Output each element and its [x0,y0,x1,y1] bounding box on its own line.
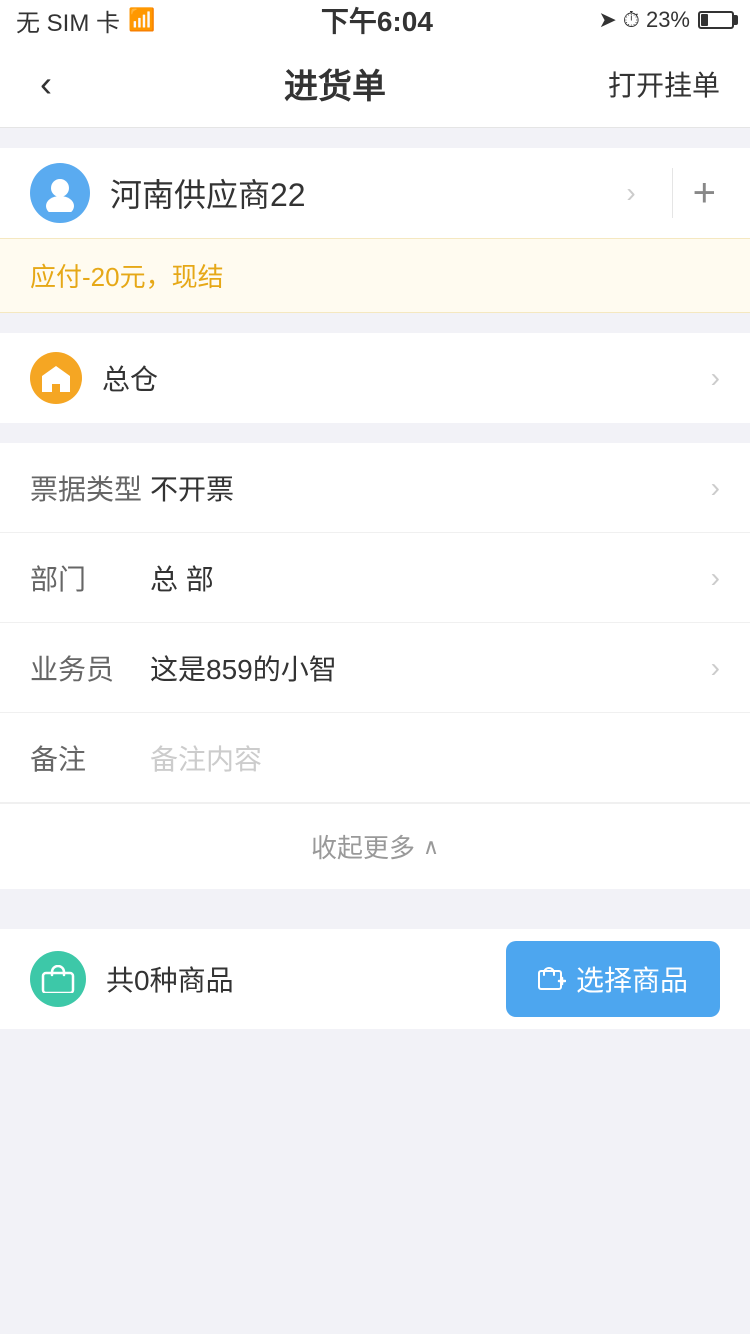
department-label: 部门 [30,558,150,598]
status-right: ➤ ⏱ 23% [598,7,734,33]
collapse-row[interactable]: 收起更多 ∧ [0,803,750,889]
gap-3 [0,423,750,443]
gap-4 [0,889,750,909]
remark-label: 备注 [30,738,150,778]
warehouse-name: 总仓 [102,358,711,398]
invoice-type-chevron-icon: › [711,472,720,504]
salesman-chevron-icon: › [711,652,720,684]
divider [672,168,673,218]
open-pending-button[interactable]: 打开挂单 [608,64,720,104]
person-avatar-icon [41,174,79,212]
shopping-bag-icon [41,965,75,993]
wifi-icon: 📶 [128,7,155,33]
invoice-type-value: 不开票 [150,468,711,508]
department-row[interactable]: 部门 总 部 › [0,533,750,623]
notice-banner: 应付-20元，现结 [0,238,750,313]
salesman-value: 这是859的小智 [150,648,711,688]
warehouse-chevron-icon: › [711,362,720,394]
back-button[interactable]: ‹ [30,53,62,115]
select-product-icon [538,967,566,991]
select-product-button[interactable]: 选择商品 [506,941,720,1017]
salesman-row[interactable]: 业务员 这是859的小智 › [0,623,750,713]
house-icon [40,364,72,392]
invoice-type-label: 票据类型 [30,468,150,508]
status-bar: 无 SIM 卡 📶 下午6:04 ➤ ⏱ 23% [0,0,750,40]
salesman-label: 业务员 [30,648,150,688]
location-icon: ➤ [598,7,616,33]
product-count-label: 共0种商品 [106,959,506,999]
battery-icon [698,11,734,29]
supplier-row[interactable]: 河南供应商22 › + [0,148,750,238]
select-product-label: 选择商品 [576,959,688,999]
alarm-icon: ⏱ [623,7,640,33]
warehouse-row[interactable]: 总仓 › [0,333,750,423]
supplier-chevron-icon: › [626,177,635,209]
warehouse-icon [30,352,82,404]
page-title: 进货单 [284,59,386,108]
warehouse-card: 总仓 › [0,333,750,423]
add-supplier-button[interactable]: + [689,171,720,216]
collapse-arrow-icon: ∧ [423,834,439,860]
department-value: 总 部 [150,558,711,598]
status-time: 下午6:04 [321,0,433,40]
carrier-text: 无 SIM 卡 [16,3,120,38]
department-chevron-icon: › [711,562,720,594]
supplier-avatar [30,163,90,223]
battery-percent: 23% [646,7,690,33]
remark-row[interactable]: 备注 备注内容 [0,713,750,803]
remark-input[interactable]: 备注内容 [150,738,720,778]
nav-bar: ‹ 进货单 打开挂单 [0,40,750,128]
status-carrier: 无 SIM 卡 📶 [16,3,155,38]
collapse-label: 收起更多 [311,828,415,865]
supplier-card: 河南供应商22 › + 应付-20元，现结 [0,148,750,313]
supplier-name: 河南供应商22 [110,170,626,216]
gap-2 [0,313,750,333]
bottom-bar: 共0种商品 选择商品 [0,929,750,1029]
gap-1 [0,128,750,148]
product-icon [30,951,86,1007]
invoice-type-row[interactable]: 票据类型 不开票 › [0,443,750,533]
form-card: 票据类型 不开票 › 部门 总 部 › 业务员 这是859的小智 › 备注 备注… [0,443,750,889]
